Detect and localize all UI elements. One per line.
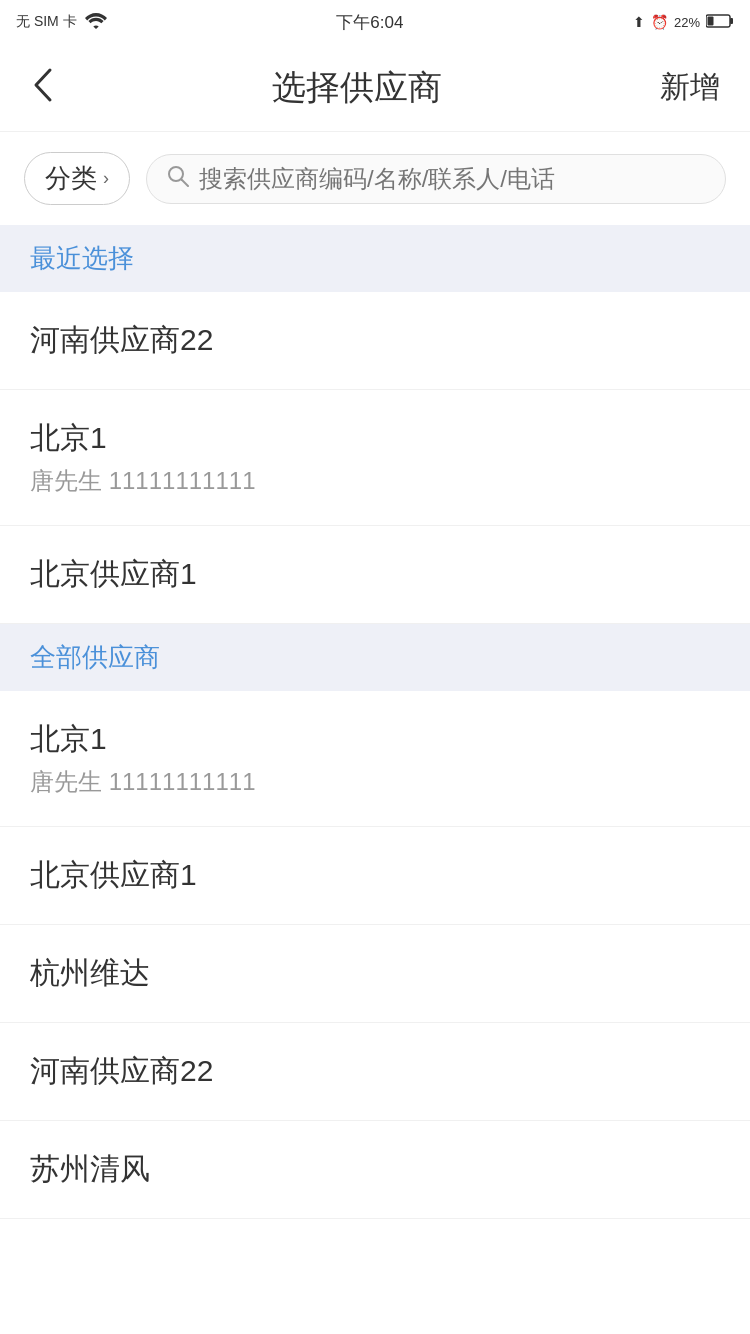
- all-section-header: 全部供应商: [0, 624, 750, 691]
- item-name: 河南供应商22: [30, 1051, 720, 1092]
- svg-rect-2: [707, 16, 713, 25]
- status-left: 无 SIM 卡: [16, 13, 107, 32]
- battery-icon: [706, 14, 734, 31]
- all-section-title: 全部供应商: [30, 642, 160, 672]
- list-item[interactable]: 北京1 唐先生 11111111111: [0, 390, 750, 526]
- item-contact: 唐先生 11111111111: [30, 766, 720, 798]
- add-button[interactable]: 新增: [660, 67, 720, 108]
- item-name: 北京1: [30, 418, 720, 459]
- status-right: ⬆ ⏰ 22%: [633, 14, 734, 31]
- status-time: 下午6:04: [336, 11, 403, 34]
- list-item[interactable]: 河南供应商22: [0, 292, 750, 390]
- category-button[interactable]: 分类 ›: [24, 152, 130, 205]
- filter-bar: 分类 ›: [0, 132, 750, 225]
- recent-list: 河南供应商22 北京1 唐先生 11111111111 北京供应商1: [0, 292, 750, 624]
- page-title: 选择供应商: [272, 65, 442, 111]
- list-item[interactable]: 北京供应商1: [0, 526, 750, 624]
- list-item[interactable]: 河南供应商22: [0, 1023, 750, 1121]
- search-input[interactable]: [199, 165, 705, 193]
- item-contact: 唐先生 11111111111: [30, 465, 720, 497]
- location-icon: ⬆: [633, 14, 645, 30]
- status-bar: 无 SIM 卡 下午6:04 ⬆ ⏰ 22%: [0, 0, 750, 44]
- svg-rect-1: [730, 18, 733, 24]
- all-list: 北京1 唐先生 11111111111 北京供应商1 杭州维达 河南供应商22 …: [0, 691, 750, 1219]
- svg-line-4: [182, 179, 189, 186]
- item-name: 北京供应商1: [30, 554, 720, 595]
- chevron-right-icon: ›: [103, 168, 109, 189]
- item-name: 苏州清风: [30, 1149, 720, 1190]
- item-name: 杭州维达: [30, 953, 720, 994]
- category-label: 分类: [45, 161, 97, 196]
- alarm-icon: ⏰: [651, 14, 668, 30]
- no-sim-text: 无 SIM 卡: [16, 13, 77, 31]
- nav-bar: 选择供应商 新增: [0, 44, 750, 132]
- item-name: 河南供应商22: [30, 320, 720, 361]
- recent-section-header: 最近选择: [0, 225, 750, 292]
- search-icon: [167, 165, 189, 193]
- battery-text: 22%: [674, 15, 700, 30]
- back-button[interactable]: [30, 66, 54, 110]
- list-item[interactable]: 北京供应商1: [0, 827, 750, 925]
- list-item[interactable]: 杭州维达: [0, 925, 750, 1023]
- item-name: 北京1: [30, 719, 720, 760]
- list-item[interactable]: 苏州清风: [0, 1121, 750, 1219]
- item-name: 北京供应商1: [30, 855, 720, 896]
- search-box: [146, 154, 726, 204]
- wifi-icon: [85, 13, 107, 32]
- recent-section-title: 最近选择: [30, 243, 134, 273]
- list-item[interactable]: 北京1 唐先生 11111111111: [0, 691, 750, 827]
